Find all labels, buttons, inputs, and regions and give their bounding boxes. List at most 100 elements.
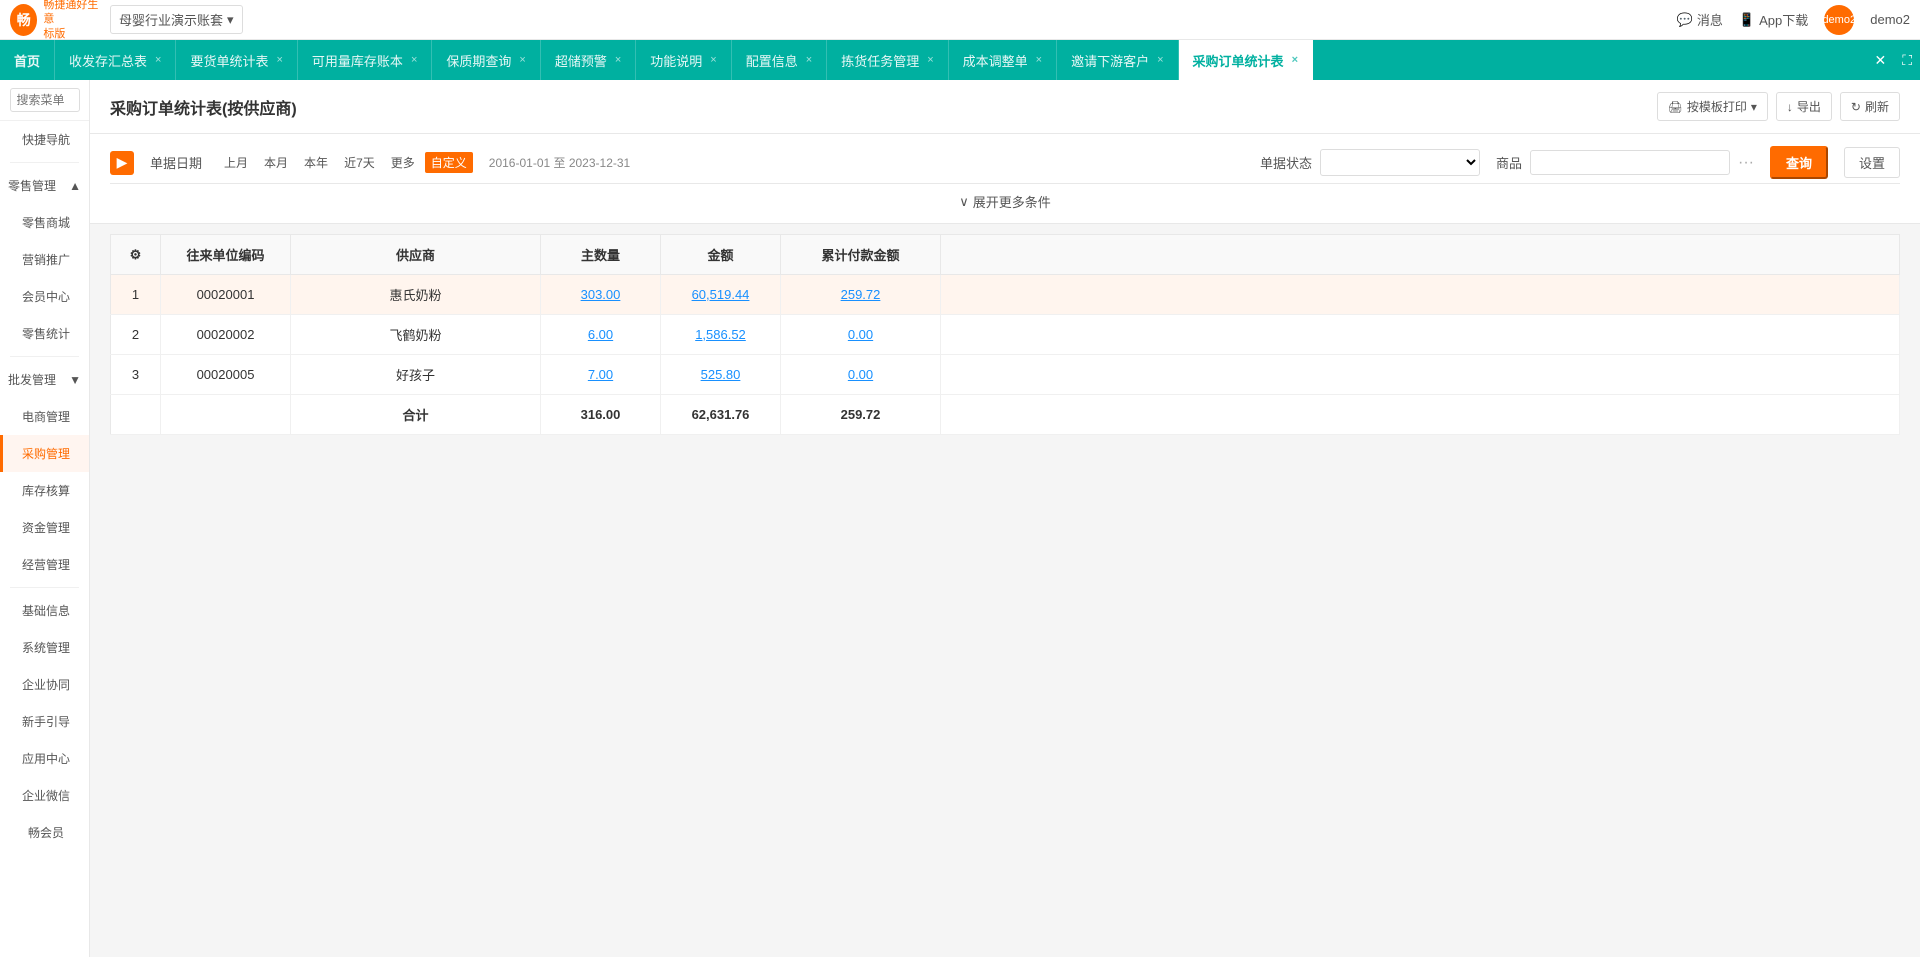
app-download-button[interactable]: 📱 App下载 <box>1739 10 1808 29</box>
tab-3[interactable]: 可用量库存账本 × <box>298 40 432 80</box>
print-button[interactable]: 🖨 按模板打印 ▾ <box>1657 92 1768 121</box>
sidebar-item-finance[interactable]: 资金管理 <box>0 509 89 546</box>
row-2-extra <box>941 315 1900 355</box>
nav-tab-end-actions: ✕ ⛶ <box>1866 40 1920 80</box>
row-2-supplier: 飞鹤奶粉 <box>291 315 541 355</box>
tab-5[interactable]: 超储预警 × <box>541 40 636 80</box>
date-btn-more[interactable]: 更多 <box>385 152 421 173</box>
content-area: 采购订单统计表(按供应商) 🖨 按模板打印 ▾ ↓ 导出 ↻ 刷新 <box>90 80 1920 957</box>
sidebar-item-inventory[interactable]: 库存核算 <box>0 472 89 509</box>
tab-9[interactable]: 成本调整单 × <box>949 40 1057 80</box>
date-btn-this-month[interactable]: 本月 <box>258 152 294 173</box>
tab-close-10[interactable]: × <box>1157 54 1163 66</box>
sidebar-item-member2[interactable]: 畅会员 <box>0 814 89 851</box>
tab-close-8[interactable]: × <box>927 54 933 66</box>
tab-2[interactable]: 要货单统计表 × <box>176 40 297 80</box>
tab-11-active[interactable]: 采购订单统计表 × <box>1179 40 1313 80</box>
page-header: 采购订单统计表(按供应商) 🖨 按模板打印 ▾ ↓ 导出 ↻ 刷新 <box>90 80 1920 134</box>
workspace-selector[interactable]: 母婴行业演示账套 ▾ <box>110 5 243 34</box>
sidebar-item-marketing[interactable]: 营销推广 <box>0 241 89 278</box>
sidebar-item-app-center[interactable]: 应用中心 <box>0 740 89 777</box>
filter-row-1: ▶ 单据日期 上月 本月 本年 近7天 更多 自定义 2016-01-01 至 … <box>110 146 1900 179</box>
download-icon: 📱 <box>1739 12 1755 28</box>
row-2-code: 00020002 <box>161 315 291 355</box>
th-extra <box>941 235 1900 275</box>
row-3-paid[interactable]: 0.00 <box>781 355 941 395</box>
sidebar-item-retail-mgmt[interactable]: 零售管理 ▲ <box>0 167 89 204</box>
tab-close-2[interactable]: × <box>276 54 282 66</box>
tab-close-5[interactable]: × <box>615 54 621 66</box>
tab-6[interactable]: 功能说明 × <box>636 40 731 80</box>
sidebar-search-input[interactable] <box>10 88 80 112</box>
sidebar-item-retail-shop[interactable]: 零售商城 <box>0 204 89 241</box>
row-2-qty[interactable]: 6.00 <box>541 315 661 355</box>
sidebar-item-operation[interactable]: 经营管理 <box>0 546 89 583</box>
goods-input[interactable] <box>1530 150 1730 175</box>
row-2-no: 2 <box>111 315 161 355</box>
user-avatar[interactable]: demo2 <box>1824 5 1854 35</box>
row-3-supplier: 好孩子 <box>291 355 541 395</box>
tab-4[interactable]: 保质期查询 × <box>432 40 540 80</box>
row-1-no: 1 <box>111 275 161 315</box>
workspace-dropdown-icon: ▾ <box>227 12 234 28</box>
th-paid: 累计付款金额 <box>781 235 941 275</box>
filter-toggle-button[interactable]: ▶ <box>110 151 134 175</box>
date-btn-7days[interactable]: 近7天 <box>338 152 381 173</box>
sidebar-item-basic-info[interactable]: 基础信息 <box>0 592 89 629</box>
sidebar-item-member[interactable]: 会员中心 <box>0 278 89 315</box>
date-btn-this-year[interactable]: 本年 <box>298 152 334 173</box>
message-button[interactable]: 💬 消息 <box>1677 10 1723 29</box>
tab-8[interactable]: 拣货任务管理 × <box>827 40 948 80</box>
tab-close-6[interactable]: × <box>710 54 716 66</box>
sidebar-item-ecommerce[interactable]: 电商管理 <box>0 398 89 435</box>
refresh-icon: ↻ <box>1851 100 1861 114</box>
row-2-amount[interactable]: 1,586.52 <box>661 315 781 355</box>
tab-close-11[interactable]: × <box>1292 54 1298 66</box>
row-1-supplier: 惠氏奶粉 <box>291 275 541 315</box>
settings-button[interactable]: 设置 <box>1844 147 1900 178</box>
th-code: 往来单位编码 <box>161 235 291 275</box>
export-button[interactable]: ↓ 导出 <box>1776 92 1832 121</box>
footer-row: 合计 316.00 62,631.76 259.72 <box>111 395 1900 435</box>
date-btn-last-month[interactable]: 上月 <box>218 152 254 173</box>
expand-filter-button[interactable]: ∨ 展开更多条件 <box>110 183 1900 211</box>
footer-code <box>161 395 291 435</box>
tab-close-3[interactable]: × <box>411 54 417 66</box>
row-3-qty[interactable]: 7.00 <box>541 355 661 395</box>
sidebar-item-guide[interactable]: 新手引导 <box>0 703 89 740</box>
status-select[interactable] <box>1320 149 1480 176</box>
goods-more-icon[interactable]: ··· <box>1738 154 1754 172</box>
tab-home[interactable]: 首页 <box>0 40 55 80</box>
table-row: 2 00020002 飞鹤奶粉 6.00 1,586.52 0.00 <box>111 315 1900 355</box>
nav-fullscreen-btn[interactable]: ⛶ <box>1894 40 1920 80</box>
sidebar-item-wholesale[interactable]: 批发管理 ▼ <box>0 361 89 398</box>
tab-close-4[interactable]: × <box>519 54 525 66</box>
nav-close-btn[interactable]: ✕ <box>1866 40 1894 80</box>
row-2-paid[interactable]: 0.00 <box>781 315 941 355</box>
tab-close-7[interactable]: × <box>806 54 812 66</box>
sidebar-item-purchase[interactable]: 采购管理 <box>0 435 89 472</box>
tab-close-1[interactable]: × <box>155 54 161 66</box>
row-1-paid[interactable]: 259.72 <box>781 275 941 315</box>
sidebar-item-enterprise[interactable]: 企业协同 <box>0 666 89 703</box>
refresh-button[interactable]: ↻ 刷新 <box>1840 92 1900 121</box>
page-title: 采购订单统计表(按供应商) <box>110 95 297 119</box>
tab-1[interactable]: 收发存汇总表 × <box>55 40 176 80</box>
row-1-qty[interactable]: 303.00 <box>541 275 661 315</box>
sidebar-item-system-mgmt[interactable]: 系统管理 <box>0 629 89 666</box>
date-custom-badge[interactable]: 自定义 <box>425 152 473 173</box>
sidebar-item-wechat[interactable]: 企业微信 <box>0 777 89 814</box>
logo-text: 畅捷通好生意 标版 <box>43 0 100 41</box>
row-1-amount[interactable]: 60,519.44 <box>661 275 781 315</box>
tab-close-9[interactable]: × <box>1036 54 1042 66</box>
tab-10[interactable]: 邀请下游客户 × <box>1057 40 1178 80</box>
footer-amount: 62,631.76 <box>661 395 781 435</box>
query-button[interactable]: 查询 <box>1770 146 1828 179</box>
goods-label: 商品 <box>1496 153 1522 172</box>
filter-area: ▶ 单据日期 上月 本月 本年 近7天 更多 自定义 2016-01-01 至 … <box>90 134 1920 224</box>
row-3-amount[interactable]: 525.80 <box>661 355 781 395</box>
sidebar-item-retail-stats[interactable]: 零售统计 <box>0 315 89 352</box>
tab-7[interactable]: 配置信息 × <box>732 40 827 80</box>
sidebar-item-shortcut[interactable]: 快捷导航 <box>0 121 89 158</box>
footer-paid: 259.72 <box>781 395 941 435</box>
